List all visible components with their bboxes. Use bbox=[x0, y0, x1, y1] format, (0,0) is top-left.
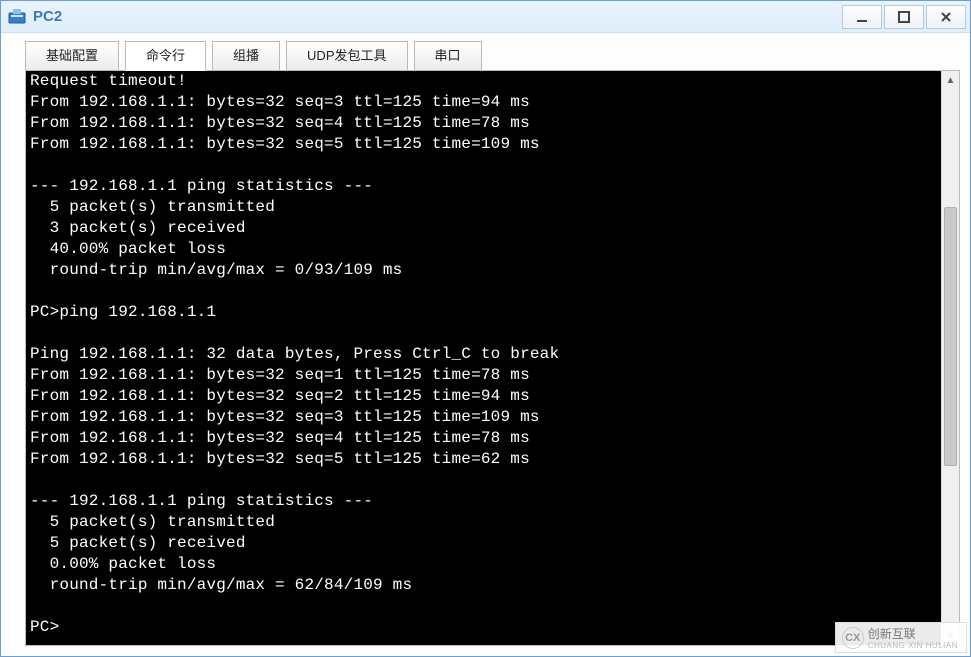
tab-basic-config[interactable]: 基础配置 bbox=[25, 41, 119, 71]
tab-multicast[interactable]: 组播 bbox=[212, 41, 280, 71]
window-controls bbox=[840, 5, 966, 29]
maximize-button[interactable] bbox=[884, 5, 924, 29]
terminal-container: Request timeout! From 192.168.1.1: bytes… bbox=[25, 70, 960, 646]
watermark-brand-en: CHUANG XIN HULIAN bbox=[868, 642, 958, 650]
tab-bar: 基础配置 命令行 组播 UDP发包工具 串口 bbox=[25, 41, 960, 71]
minimize-button[interactable] bbox=[842, 5, 882, 29]
tab-udp-tool[interactable]: UDP发包工具 bbox=[286, 41, 407, 71]
watermark-text: 创新互联 CHUANG XIN HULIAN bbox=[868, 625, 958, 650]
watermark-logo-icon: CX bbox=[842, 627, 864, 649]
scroll-thumb[interactable] bbox=[944, 207, 957, 465]
app-window: PC2 基础配置 命令行 组播 UDP发包工具 串口 Request timeo… bbox=[0, 0, 971, 657]
scroll-track[interactable] bbox=[942, 89, 959, 627]
scroll-up-arrow[interactable]: ▲ bbox=[942, 71, 959, 89]
tab-cli[interactable]: 命令行 bbox=[125, 41, 206, 71]
titlebar: PC2 bbox=[1, 1, 970, 33]
window-title: PC2 bbox=[33, 8, 840, 25]
watermark-brand-cn: 创新互联 bbox=[868, 627, 916, 641]
vertical-scrollbar[interactable]: ▲ ▼ bbox=[941, 71, 959, 645]
close-button[interactable] bbox=[926, 5, 966, 29]
app-icon bbox=[7, 7, 27, 27]
watermark: CX 创新互联 CHUANG XIN HULIAN bbox=[835, 622, 967, 653]
content-area: 基础配置 命令行 组播 UDP发包工具 串口 Request timeout! … bbox=[1, 33, 970, 656]
tab-serial[interactable]: 串口 bbox=[414, 41, 482, 71]
terminal-output[interactable]: Request timeout! From 192.168.1.1: bytes… bbox=[26, 71, 941, 645]
